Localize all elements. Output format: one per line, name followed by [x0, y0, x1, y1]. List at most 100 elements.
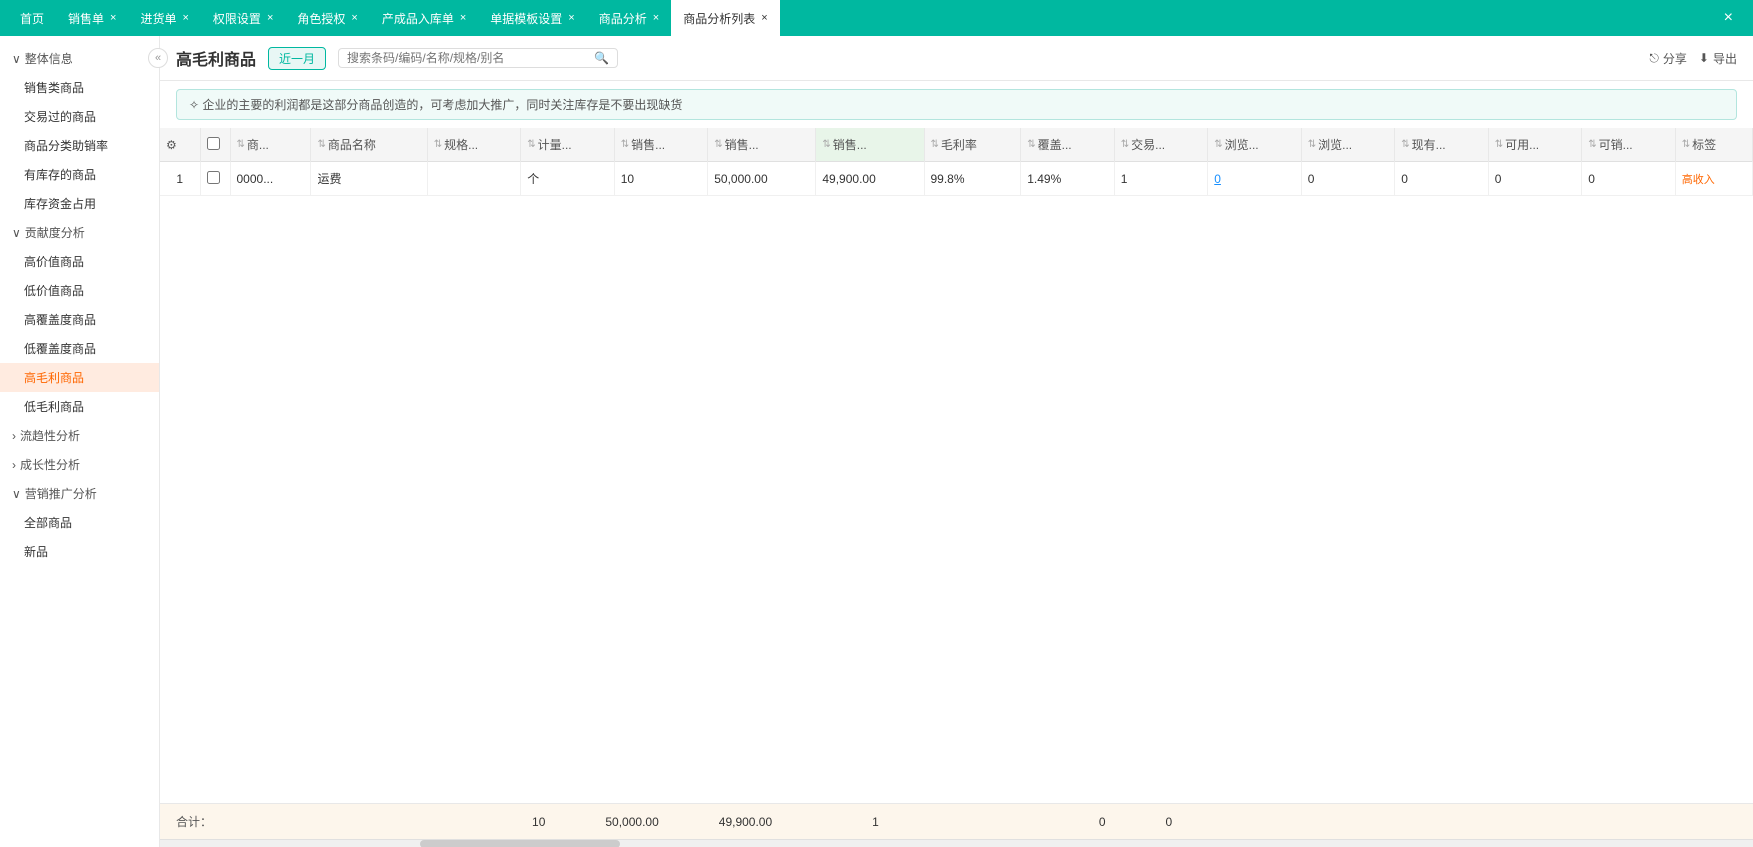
- chevron-right-icon: ›: [12, 429, 16, 443]
- col-sales-cost-header[interactable]: ⇅销售...: [816, 128, 924, 162]
- table-footer: 合计： 10 50,000.00 49,900.00 1 0 0: [160, 803, 1753, 839]
- col-views2-header[interactable]: ⇅浏览...: [1301, 128, 1395, 162]
- cell-index: 1: [160, 162, 200, 196]
- data-table-container[interactable]: ⚙ ⇅商... ⇅商品名称 ⇅规格...: [160, 128, 1753, 803]
- cell-coverage: 1.49%: [1021, 162, 1115, 196]
- nav-product-warehousing[interactable]: 产成品入库单 ×: [370, 0, 478, 36]
- cell-sales-amt: 50,000.00: [708, 162, 816, 196]
- share-button[interactable]: ⎋ 分享: [1649, 50, 1687, 67]
- sidebar-item-low-margin[interactable]: 低毛利商品: [0, 392, 159, 421]
- filter-period-button[interactable]: 近一月: [268, 47, 326, 70]
- sidebar-item-low-coverage[interactable]: 低覆盖度商品: [0, 334, 159, 363]
- col-unit-header[interactable]: ⇅计量...: [521, 128, 615, 162]
- footer-stock-sellable: 0: [1166, 815, 1173, 829]
- sidebar-item-high-margin[interactable]: 高毛利商品: [0, 363, 159, 392]
- nav-product-analysis[interactable]: 商品分析 ×: [587, 0, 671, 36]
- col-transactions-header[interactable]: ⇅交易...: [1114, 128, 1208, 162]
- footer-values: 10 50,000.00 49,900.00 1 0 0: [232, 815, 1737, 829]
- col-stock-current-header[interactable]: ⇅现有...: [1395, 128, 1489, 162]
- cell-name: 运费: [311, 162, 427, 196]
- sidebar-collapse-button[interactable]: «: [148, 48, 168, 68]
- chevron-down-icon: ∨: [12, 226, 21, 240]
- search-input[interactable]: [347, 51, 590, 65]
- info-banner: ✧ 企业的主要的利润都是这部分商品创造的，可考虑加大推广，同时关注库存是不要出现…: [176, 89, 1737, 120]
- cell-sales-cost: 49,900.00: [816, 162, 924, 196]
- close-sales-order[interactable]: ×: [110, 12, 116, 24]
- close-role-auth[interactable]: ×: [351, 12, 357, 24]
- sidebar-item-all-goods[interactable]: 全部商品: [0, 508, 159, 537]
- close-product-warehousing[interactable]: ×: [460, 12, 466, 24]
- cell-views1[interactable]: 0: [1208, 162, 1302, 196]
- sidebar-section-trend[interactable]: › 流趋性分析: [0, 421, 159, 450]
- col-gross-margin-header[interactable]: ⇅毛利率: [924, 128, 1021, 162]
- col-views1-header[interactable]: ⇅浏览...: [1208, 128, 1302, 162]
- search-icon[interactable]: 🔍: [594, 51, 609, 65]
- footer-sales-cost: 49,900.00: [719, 815, 772, 829]
- col-sales-qty-header[interactable]: ⇅销售...: [614, 128, 708, 162]
- sidebar-item-high-coverage[interactable]: 高覆盖度商品: [0, 305, 159, 334]
- horizontal-scrollbar[interactable]: [160, 839, 1753, 847]
- table-header-row: ⚙ ⇅商... ⇅商品名称 ⇅规格...: [160, 128, 1753, 162]
- nav-permission-settings[interactable]: 权限设置 ×: [201, 0, 285, 36]
- table-row: 1 0000... 运费 个 10 50,000.00 49,900.00 99…: [160, 162, 1753, 196]
- cell-spec: [427, 162, 521, 196]
- cell-sales-qty: 10: [614, 162, 708, 196]
- close-purchase-order[interactable]: ×: [182, 12, 188, 24]
- col-name-header[interactable]: ⇅商品名称: [311, 128, 427, 162]
- col-coverage-header[interactable]: ⇅覆盖...: [1021, 128, 1115, 162]
- export-button[interactable]: ⬇ 导出: [1699, 50, 1737, 67]
- nav-home[interactable]: 首页: [8, 0, 56, 36]
- export-icon: ⬇: [1699, 51, 1709, 65]
- col-settings[interactable]: ⚙: [160, 128, 200, 162]
- col-checkbox[interactable]: [200, 128, 230, 162]
- select-all-checkbox[interactable]: [207, 137, 220, 150]
- chevron-right-icon: ›: [12, 458, 16, 472]
- search-box[interactable]: 🔍: [338, 48, 618, 68]
- top-navigation: 首页 销售单 × 进货单 × 权限设置 × 角色授权 × 产成品入库单 × 单据…: [0, 0, 1753, 36]
- col-tag-header[interactable]: ⇅标签: [1675, 128, 1752, 162]
- cell-code: 0000...: [230, 162, 311, 196]
- close-permission-settings[interactable]: ×: [267, 12, 273, 24]
- sidebar-item-stock-capital[interactable]: 库存资金占用: [0, 189, 159, 218]
- cell-views2: 0: [1301, 162, 1395, 196]
- nav-template-settings[interactable]: 单据模板设置 ×: [478, 0, 586, 36]
- sidebar: ∨ 整体信息 销售类商品 交易过的商品 商品分类助销率 有库存的商品 库存资金占…: [0, 36, 160, 847]
- sidebar-item-new-goods[interactable]: 新品: [0, 537, 159, 566]
- col-code-header[interactable]: ⇅商...: [230, 128, 311, 162]
- page-title: 高毛利商品: [176, 46, 256, 70]
- scrollbar-thumb[interactable]: [420, 840, 620, 847]
- cell-gross-margin: 99.8%: [924, 162, 1021, 196]
- close-template-settings[interactable]: ×: [568, 12, 574, 24]
- window-close-button[interactable]: ×: [1712, 9, 1745, 27]
- col-stock-sellable-header[interactable]: ⇅可销...: [1582, 128, 1676, 162]
- sidebar-item-low-value[interactable]: 低价值商品: [0, 276, 159, 305]
- sidebar-item-in-stock[interactable]: 有库存的商品: [0, 160, 159, 189]
- nav-purchase-order[interactable]: 进货单 ×: [128, 0, 200, 36]
- cell-stock-available: 0: [1488, 162, 1582, 196]
- sidebar-item-high-value[interactable]: 高价值商品: [0, 247, 159, 276]
- sidebar-section-contribution[interactable]: ∨ 贡献度分析: [0, 218, 159, 247]
- row-checkbox[interactable]: [207, 171, 220, 184]
- sidebar-item-sales-goods[interactable]: 销售类商品: [0, 73, 159, 102]
- close-product-analysis-list[interactable]: ×: [761, 12, 767, 24]
- cell-stock-sellable: 0: [1582, 162, 1676, 196]
- close-product-analysis[interactable]: ×: [653, 12, 659, 24]
- sidebar-section-overall[interactable]: ∨ 整体信息: [0, 44, 159, 73]
- nav-product-analysis-list[interactable]: 商品分析列表 ×: [671, 0, 779, 36]
- footer-stock-current: 0: [1099, 815, 1106, 829]
- cell-unit: 个: [521, 162, 615, 196]
- cell-checkbox[interactable]: [200, 162, 230, 196]
- sidebar-item-traded-goods[interactable]: 交易过的商品: [0, 102, 159, 131]
- sidebar-section-marketing[interactable]: ∨ 营销推广分析: [0, 479, 159, 508]
- col-sales-amt-header[interactable]: ⇅销售...: [708, 128, 816, 162]
- footer-sales-qty: 10: [532, 815, 545, 829]
- nav-role-auth[interactable]: 角色授权 ×: [285, 0, 369, 36]
- col-spec-header[interactable]: ⇅规格...: [427, 128, 521, 162]
- sidebar-item-category-rate[interactable]: 商品分类助销率: [0, 131, 159, 160]
- content-header: 高毛利商品 近一月 🔍 ⎋ 分享 ⬇ 导出: [160, 36, 1753, 81]
- share-icon: ⎋: [1649, 51, 1659, 66]
- col-stock-available-header[interactable]: ⇅可用...: [1488, 128, 1582, 162]
- sidebar-section-growth[interactable]: › 成长性分析: [0, 450, 159, 479]
- cell-stock-current: 0: [1395, 162, 1489, 196]
- nav-sales-order[interactable]: 销售单 ×: [56, 0, 128, 36]
